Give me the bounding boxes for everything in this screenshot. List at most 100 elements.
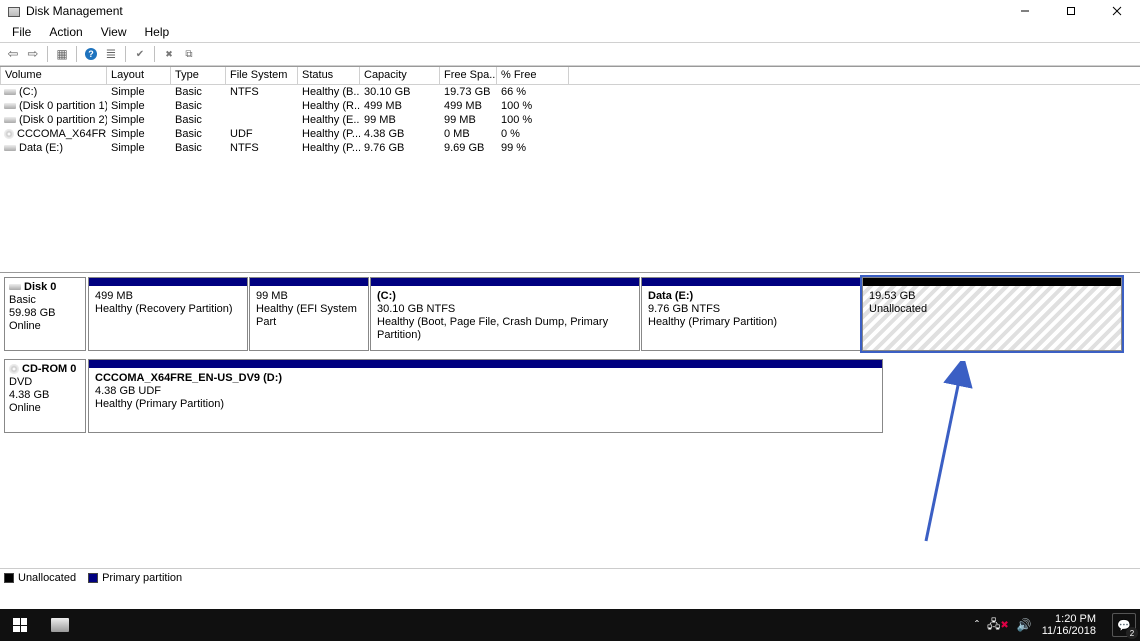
disk0-partition[interactable]: 19.53 GBUnallocated	[862, 277, 1122, 351]
partition-size: 499 MB	[95, 290, 241, 303]
table-row[interactable]: CCCOMA_X64FRE...SimpleBasicUDFHealthy (P…	[0, 127, 1140, 141]
partition-status: Healthy (Recovery Partition)	[95, 303, 241, 316]
col-capacity[interactable]: Capacity	[360, 67, 440, 85]
action-button-2[interactable]	[160, 45, 178, 63]
swatch-black	[4, 573, 14, 583]
col-spacer	[569, 67, 1140, 85]
menu-help[interactable]: Help	[137, 23, 178, 41]
cdrom0-label[interactable]: CD-ROM 0 DVD 4.38 GB Online	[4, 359, 86, 433]
taskbar-clock[interactable]: 1:20 PM 11/16/2018	[1042, 613, 1096, 637]
table-header-row: Volume Layout Type File System Status Ca…	[0, 67, 1140, 85]
drive-icon	[4, 143, 16, 153]
tray-volume-icon[interactable]: 🔊	[1017, 618, 1032, 632]
toolbar-separator	[125, 46, 126, 62]
partition-bar	[863, 278, 1121, 286]
table-row[interactable]: (C:)SimpleBasicNTFSHealthy (B...30.10 GB…	[0, 85, 1140, 99]
close-button[interactable]	[1094, 0, 1140, 22]
clock-date: 11/16/2018	[1042, 625, 1096, 637]
partition-title: Data (E:)	[648, 290, 854, 303]
disk-row-disk0: Disk 0 Basic 59.98 GB Online 499 MBHealt…	[0, 273, 1140, 355]
settings-button[interactable]	[102, 45, 120, 63]
tray-chevron-icon[interactable]: ˆ	[975, 618, 979, 632]
app-icon	[6, 4, 20, 18]
legend: Unallocated Primary partition	[0, 568, 1140, 586]
col-freespace[interactable]: Free Spa...	[440, 67, 497, 85]
disk0-partition[interactable]: Data (E:)9.76 GB NTFSHealthy (Primary Pa…	[641, 277, 861, 351]
drive-icon	[4, 115, 16, 125]
cdrom0-size: 4.38 GB	[9, 389, 49, 401]
legend-unallocated-label: Unallocated	[18, 572, 76, 584]
notification-count: 2	[1126, 627, 1138, 639]
legend-primary-label: Primary partition	[102, 572, 182, 584]
toolbar-separator	[76, 46, 77, 62]
cdrom0-partition[interactable]: CCCOMA_X64FRE_EN-US_DV9 (D:) 4.38 GB UDF…	[88, 359, 883, 433]
partition-title: CCCOMA_X64FRE_EN-US_DV9 (D:)	[95, 372, 876, 385]
menu-view[interactable]: View	[93, 23, 135, 41]
disk0-size: 59.98 GB	[9, 307, 55, 319]
cdrom0-state: Online	[9, 402, 41, 414]
col-volume[interactable]: Volume	[0, 67, 107, 85]
cd-icon	[9, 364, 19, 374]
start-button[interactable]	[0, 609, 40, 641]
swatch-blue	[88, 573, 98, 583]
menubar: File Action View Help	[0, 22, 1140, 42]
toolbar	[0, 42, 1140, 66]
help-button[interactable]	[82, 45, 100, 63]
partition-size: 30.10 GB NTFS	[377, 303, 633, 316]
disk-icon	[9, 282, 21, 292]
menu-action[interactable]: Action	[41, 23, 90, 41]
partition-status: Healthy (Primary Partition)	[648, 316, 854, 329]
partition-bar	[371, 278, 639, 286]
table-row[interactable]: (Disk 0 partition 1)SimpleBasicHealthy (…	[0, 99, 1140, 113]
tray-network-icon[interactable]: 🖧✖	[987, 615, 1009, 636]
show-hide-button[interactable]	[53, 45, 71, 63]
toolbar-separator	[47, 46, 48, 62]
taskbar-app-diskmgmt[interactable]	[40, 609, 80, 641]
drive-icon	[4, 87, 16, 97]
col-status[interactable]: Status	[298, 67, 360, 85]
back-button[interactable]	[4, 45, 22, 63]
disk0-partition[interactable]: 99 MBHealthy (EFI System Part	[249, 277, 369, 351]
partition-size: 9.76 GB NTFS	[648, 303, 854, 316]
window-title: Disk Management	[26, 4, 123, 18]
cd-icon	[4, 129, 14, 139]
disk0-partition[interactable]: 499 MBHealthy (Recovery Partition)	[88, 277, 248, 351]
clock-time: 1:20 PM	[1042, 613, 1096, 625]
menu-file[interactable]: File	[4, 23, 39, 41]
action-button-1[interactable]	[131, 45, 149, 63]
disk0-label[interactable]: Disk 0 Basic 59.98 GB Online	[4, 277, 86, 351]
disk0-name: Disk 0	[24, 281, 56, 293]
col-layout[interactable]: Layout	[107, 67, 171, 85]
disk-row-cdrom0: CD-ROM 0 DVD 4.38 GB Online CCCOMA_X64FR…	[0, 355, 1140, 437]
titlebar: Disk Management	[0, 0, 1140, 22]
col-type[interactable]: Type	[171, 67, 226, 85]
disk0-state: Online	[9, 320, 41, 332]
partition-title: (C:)	[377, 290, 633, 303]
col-pctfree[interactable]: % Free	[497, 67, 569, 85]
table-row[interactable]: Data (E:)SimpleBasicNTFSHealthy (P...9.7…	[0, 141, 1140, 155]
table-row[interactable]: (Disk 0 partition 2)SimpleBasicHealthy (…	[0, 113, 1140, 127]
drive-icon	[4, 101, 16, 111]
disk0-kind: Basic	[9, 294, 36, 306]
partition-bar	[250, 278, 368, 286]
partition-size: 4.38 GB UDF	[95, 385, 876, 398]
partition-size: 19.53 GB	[869, 290, 1115, 303]
legend-primary: Primary partition	[88, 572, 182, 584]
partition-size: 99 MB	[256, 290, 362, 303]
minimize-button[interactable]	[1002, 0, 1048, 22]
windows-logo-icon	[13, 618, 27, 632]
properties-button[interactable]	[180, 45, 198, 63]
system-tray[interactable]: ˆ 🖧✖ 🔊	[975, 615, 1032, 636]
partition-status: Healthy (Primary Partition)	[95, 398, 876, 411]
volume-table: Volume Layout Type File System Status Ca…	[0, 66, 1140, 272]
maximize-button[interactable]	[1048, 0, 1094, 22]
cdrom0-name: CD-ROM 0	[22, 363, 76, 375]
partition-bar	[89, 360, 882, 368]
forward-button[interactable]	[24, 45, 42, 63]
legend-unallocated: Unallocated	[4, 572, 76, 584]
action-center-button[interactable]: 💬 2	[1112, 613, 1136, 637]
partition-status: Healthy (EFI System Part	[256, 303, 362, 329]
partition-status: Unallocated	[869, 303, 1115, 316]
disk0-partition[interactable]: (C:)30.10 GB NTFSHealthy (Boot, Page Fil…	[370, 277, 640, 351]
col-filesystem[interactable]: File System	[226, 67, 298, 85]
